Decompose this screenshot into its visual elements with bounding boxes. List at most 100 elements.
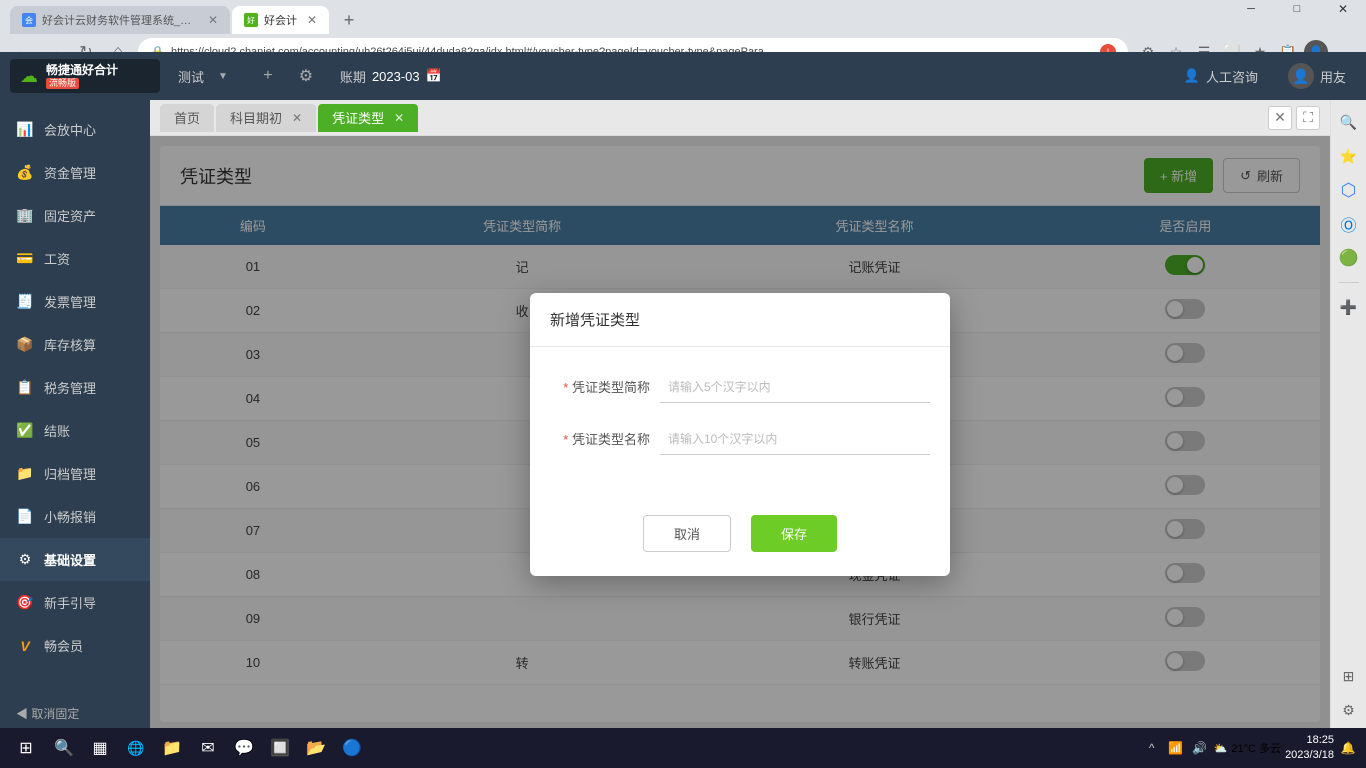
sidebar-item-report-label: 小畅报销 bbox=[44, 507, 96, 526]
tab-voucher-type-label: 凭证类型 bbox=[332, 108, 384, 127]
tab-subjects-label: 科目期初 bbox=[230, 108, 282, 127]
taskbar-search[interactable]: 🔍 bbox=[48, 732, 80, 764]
taskbar-wechat[interactable]: 💬 bbox=[228, 732, 260, 764]
short-name-row: * 凭证类型简称 bbox=[550, 371, 930, 403]
sidebar-item-settings[interactable]: ⚙ 基础设置 bbox=[0, 538, 150, 581]
taskbar-weather[interactable]: ⛅ 21°C 多云 bbox=[1214, 740, 1281, 756]
dashboard-icon: 📊 bbox=[16, 121, 34, 139]
company-selector[interactable]: 测试 ▼ bbox=[170, 63, 244, 90]
sidebar-item-invoice-label: 发票管理 bbox=[44, 292, 96, 311]
add-company-button[interactable]: + bbox=[254, 62, 282, 90]
minimize-button[interactable]: ─ bbox=[1228, 0, 1274, 18]
taskbar-app1[interactable]: 🔲 bbox=[264, 732, 296, 764]
period-value: 2023-03 bbox=[372, 69, 420, 84]
sidebar-item-checkout[interactable]: ✅ 结账 bbox=[0, 409, 150, 452]
settings-button[interactable]: ⚙ bbox=[292, 62, 320, 90]
logo-text: 畅捷通好合计 bbox=[46, 63, 118, 77]
browser-tab-2[interactable]: 好 好会计 ✕ bbox=[232, 6, 329, 34]
right-tool-grid[interactable]: ⊞ bbox=[1335, 662, 1363, 690]
taskbar-time: 18:25 2023/3/18 bbox=[1285, 733, 1334, 764]
company-dropdown-icon: ▼ bbox=[210, 67, 236, 86]
notification-area: ^ 📶 🔊 bbox=[1142, 738, 1210, 758]
app-header: ☁ 畅捷通好合计 流畅版 测试 ▼ + ⚙ 账期 2023-03 📅 👤 人工咨… bbox=[0, 52, 1366, 100]
taskbar-volume[interactable]: 🔊 bbox=[1190, 738, 1210, 758]
logo-area[interactable]: ☁ 畅捷通好合计 流畅版 bbox=[10, 59, 160, 92]
sidebar-item-invoice[interactable]: 🧾 发票管理 bbox=[0, 280, 150, 323]
right-tool-settings[interactable]: ⚙ bbox=[1335, 696, 1363, 724]
sidebar-item-inventory[interactable]: 📦 库存核算 bbox=[0, 323, 150, 366]
start-button[interactable]: ⊞ bbox=[8, 732, 44, 764]
taskbar-wifi[interactable]: 📶 bbox=[1166, 738, 1186, 758]
right-tool-search[interactable]: 🔍 bbox=[1335, 108, 1363, 136]
sidebar-item-member[interactable]: V 畅会员 bbox=[0, 624, 150, 667]
company-name: 测试 bbox=[178, 67, 204, 86]
taskbar-chevron[interactable]: ^ bbox=[1142, 738, 1162, 758]
cancel-fixed-button[interactable]: ◀ 取消固定 bbox=[0, 695, 150, 732]
user-menu[interactable]: 👤 用友 bbox=[1278, 59, 1356, 93]
tab-home[interactable]: 首页 bbox=[160, 104, 214, 132]
tab1-label: 好会计云财务软件管理系统_会计 bbox=[42, 12, 198, 28]
content-area: 首页 科目期初 ✕ 凭证类型 ✕ ✕ ⛶ bbox=[150, 100, 1330, 732]
taskbar-app2[interactable]: 📂 bbox=[300, 732, 332, 764]
taskbar-clock[interactable]: 18:25 2023/3/18 bbox=[1285, 733, 1334, 764]
modal-overlay: 新增凭证类型 * 凭证类型简称 bbox=[150, 136, 1330, 732]
sidebar-item-archive-label: 归档管理 bbox=[44, 464, 96, 483]
modal-body: * 凭证类型简称 * 凭证类型名称 bbox=[530, 347, 950, 499]
tab1-favicon: 会 bbox=[22, 13, 36, 27]
modal-cancel-label: 取消 bbox=[674, 527, 700, 542]
tab1-close[interactable]: ✕ bbox=[208, 13, 218, 27]
support-button[interactable]: 👤 人工咨询 bbox=[1174, 63, 1268, 90]
tab2-favicon: 好 bbox=[244, 13, 258, 27]
modal-save-button[interactable]: 保存 bbox=[751, 515, 837, 552]
archive-icon: 📁 bbox=[16, 465, 34, 483]
full-name-input[interactable] bbox=[660, 423, 930, 455]
tab2-close[interactable]: ✕ bbox=[307, 13, 317, 27]
taskbar-mail[interactable]: ✉ bbox=[192, 732, 224, 764]
sidebar-item-assets-label: 固定资产 bbox=[44, 206, 96, 225]
right-tools-divider bbox=[1339, 282, 1359, 283]
sidebar-item-assets[interactable]: 🏢 固定资产 bbox=[0, 194, 150, 237]
sidebar-item-dashboard[interactable]: 📊 会放中心 bbox=[0, 108, 150, 151]
sidebar-item-guide[interactable]: 🎯 新手引导 bbox=[0, 581, 150, 624]
full-name-required-star: * bbox=[563, 432, 568, 447]
taskbar-edge2[interactable]: 🔵 bbox=[336, 732, 368, 764]
invoice-icon: 🧾 bbox=[16, 293, 34, 311]
sidebar-item-settings-label: 基础设置 bbox=[44, 550, 96, 569]
tab-collapse-button[interactable]: ✕ bbox=[1268, 106, 1292, 130]
taskbar-edge[interactable]: 🌐 bbox=[120, 732, 152, 764]
right-tool-blue[interactable]: ⬡ bbox=[1335, 176, 1363, 204]
page-content: 凭证类型 + 新增 ↺ 刷新 bbox=[150, 136, 1330, 732]
period-calendar-icon[interactable]: 📅 bbox=[426, 68, 442, 84]
taskbar-explorer[interactable]: 📁 bbox=[156, 732, 188, 764]
full-name-row: * 凭证类型名称 bbox=[550, 423, 930, 455]
assets-icon: 🏢 bbox=[16, 207, 34, 225]
modal-cancel-button[interactable]: 取消 bbox=[643, 515, 731, 552]
new-tab-button[interactable]: + bbox=[335, 6, 363, 34]
maximize-button[interactable]: □ bbox=[1274, 0, 1320, 18]
browser-tab-1[interactable]: 会 好会计云财务软件管理系统_会计 ✕ bbox=[10, 6, 230, 34]
tab-voucher-type[interactable]: 凭证类型 ✕ bbox=[318, 104, 418, 132]
close-button[interactable]: ✕ bbox=[1320, 0, 1366, 18]
sidebar-item-salary[interactable]: 💳 工资 bbox=[0, 237, 150, 280]
taskbar-notification[interactable]: 🔔 bbox=[1338, 738, 1358, 758]
tab-fullscreen-button[interactable]: ⛶ bbox=[1296, 106, 1320, 130]
sidebar-item-capital-label: 资金管理 bbox=[44, 163, 96, 182]
modal-footer: 取消 保存 bbox=[530, 499, 950, 576]
tab-subjects-close[interactable]: ✕ bbox=[292, 111, 302, 125]
salary-icon: 💳 bbox=[16, 250, 34, 268]
sidebar-item-report[interactable]: 📄 小畅报销 bbox=[0, 495, 150, 538]
tab-voucher-type-close[interactable]: ✕ bbox=[394, 111, 404, 125]
sidebar-item-archive[interactable]: 📁 归档管理 bbox=[0, 452, 150, 495]
right-tool-green[interactable]: 🟢 bbox=[1335, 244, 1363, 272]
tab-subjects[interactable]: 科目期初 ✕ bbox=[216, 104, 316, 132]
right-tool-star[interactable]: ⭐ bbox=[1335, 142, 1363, 170]
tax-icon: 📋 bbox=[16, 379, 34, 397]
capital-icon: 💰 bbox=[16, 164, 34, 182]
taskbar-task-view[interactable]: ▦ bbox=[84, 732, 116, 764]
right-tool-add[interactable]: ➕ bbox=[1335, 293, 1363, 321]
right-tool-outlook[interactable]: Ⓞ bbox=[1335, 210, 1363, 238]
sidebar-item-tax[interactable]: 📋 税务管理 bbox=[0, 366, 150, 409]
short-name-input[interactable] bbox=[660, 371, 930, 403]
support-label: 人工咨询 bbox=[1206, 67, 1258, 86]
sidebar-item-capital[interactable]: 💰 资金管理 bbox=[0, 151, 150, 194]
